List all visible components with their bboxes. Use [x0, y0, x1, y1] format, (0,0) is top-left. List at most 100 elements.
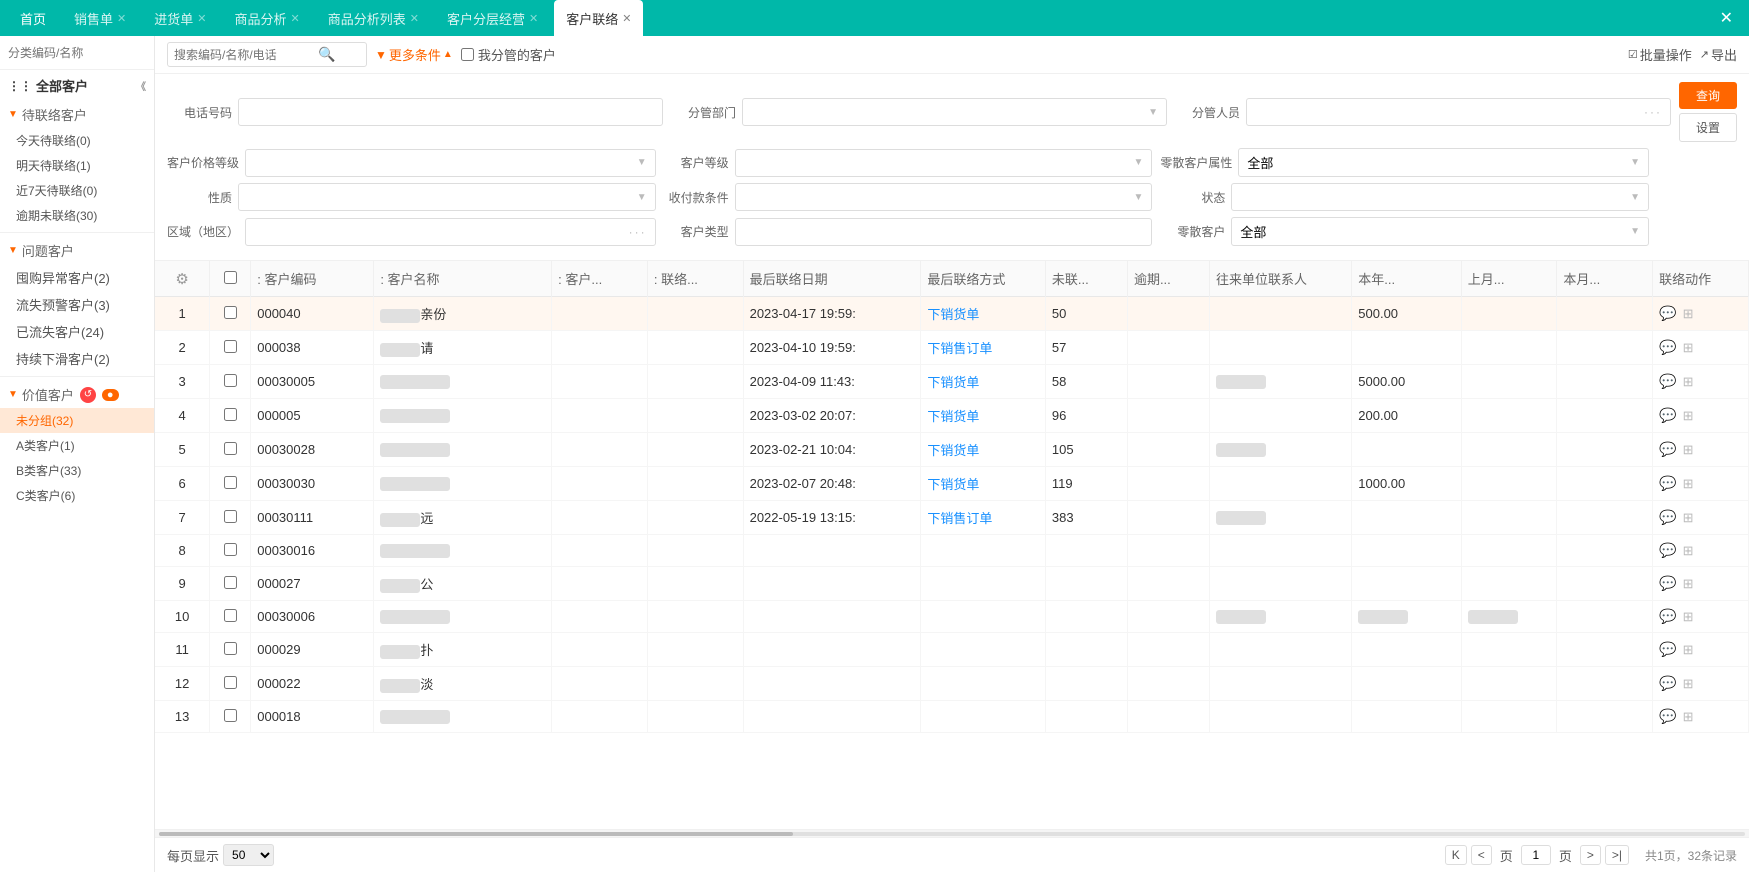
close-icon[interactable]: ✕: [410, 12, 419, 25]
grid-icon[interactable]: ⊞: [1683, 576, 1694, 592]
row-checkbox[interactable]: [224, 576, 237, 589]
last-page-btn[interactable]: >|: [1605, 845, 1629, 865]
th-settings[interactable]: ⚙: [155, 261, 210, 297]
message-icon[interactable]: 💬: [1659, 407, 1676, 424]
message-icon[interactable]: 💬: [1659, 373, 1676, 390]
problem-section[interactable]: ▼ 问题客户: [0, 237, 154, 264]
sidebar-item-ungrouped[interactable]: 未分组(32): [0, 408, 154, 433]
search-icon[interactable]: 🔍: [318, 46, 335, 63]
message-icon[interactable]: 💬: [1659, 305, 1676, 322]
cust-type-input[interactable]: [735, 218, 1153, 246]
row-checkbox[interactable]: [224, 642, 237, 655]
row-check[interactable]: [210, 433, 251, 467]
price-level-select[interactable]: ▼: [245, 149, 656, 177]
last-contact-method-link[interactable]: 下销货单: [927, 375, 979, 390]
message-icon[interactable]: 💬: [1659, 542, 1676, 559]
nav-tab-sales[interactable]: 销售单 ✕: [62, 0, 138, 36]
last-contact-method-link[interactable]: 下销货单: [927, 409, 979, 424]
query-button[interactable]: 查询: [1679, 82, 1737, 109]
row-check[interactable]: [210, 535, 251, 567]
first-page-btn[interactable]: K: [1445, 845, 1467, 865]
row-checkbox[interactable]: [224, 306, 237, 319]
row-check[interactable]: [210, 633, 251, 667]
waiting-section[interactable]: ▼ 待联络客户: [0, 101, 154, 128]
sidebar-item-a-class[interactable]: A类客户(1): [0, 433, 154, 458]
more-filters-btn[interactable]: ▼ 更多条件 ▲: [375, 45, 453, 64]
row-check[interactable]: [210, 567, 251, 601]
sidebar-item-today[interactable]: 今天待联络(0): [0, 128, 154, 153]
sidebar-item-7days[interactable]: 近7天待联络(0): [0, 178, 154, 203]
grid-icon[interactable]: ⊞: [1683, 543, 1694, 559]
row-check[interactable]: [210, 601, 251, 633]
page-size-select[interactable]: 50 100 200: [223, 844, 274, 866]
scrollbar-thumb[interactable]: [159, 832, 793, 836]
grid-icon[interactable]: ⊞: [1683, 510, 1694, 526]
grid-icon[interactable]: ⊞: [1683, 374, 1694, 390]
close-all-tabs[interactable]: ✕: [1712, 8, 1741, 28]
close-icon[interactable]: ✕: [291, 12, 300, 25]
nav-tab-analysis[interactable]: 商品分析 ✕: [222, 0, 311, 36]
horizontal-scrollbar[interactable]: [155, 829, 1749, 837]
sidebar-item-tomorrow[interactable]: 明天待联络(1): [0, 153, 154, 178]
select-all-check[interactable]: [224, 271, 237, 284]
row-checkbox[interactable]: [224, 476, 237, 489]
search-input[interactable]: [174, 48, 314, 62]
message-icon[interactable]: 💬: [1659, 641, 1676, 658]
grid-icon[interactable]: ⊞: [1683, 306, 1694, 322]
grid-icon[interactable]: ⊞: [1683, 642, 1694, 658]
close-icon[interactable]: ✕: [197, 12, 206, 25]
last-contact-method-link[interactable]: 下销货单: [927, 443, 979, 458]
message-icon[interactable]: 💬: [1659, 475, 1676, 492]
refresh-icon[interactable]: ↺: [80, 387, 96, 403]
message-icon[interactable]: 💬: [1659, 608, 1676, 625]
export-btn[interactable]: ↗ 导出: [1700, 45, 1737, 64]
sidebar-item-churn-warning[interactable]: 流失预警客户(3): [0, 291, 154, 318]
settings-icon[interactable]: ⚙: [175, 271, 188, 288]
all-customers-header[interactable]: ⋮⋮ 全部客户 《: [0, 70, 154, 101]
message-icon[interactable]: 💬: [1659, 509, 1676, 526]
close-icon[interactable]: ✕: [117, 12, 126, 25]
last-contact-method-link[interactable]: 下销货单: [927, 477, 979, 492]
grid-icon[interactable]: ⊞: [1683, 442, 1694, 458]
close-icon[interactable]: ✕: [529, 12, 538, 25]
sidebar-item-overdue[interactable]: 逾期未联络(30): [0, 203, 154, 228]
row-check[interactable]: [210, 399, 251, 433]
person-select[interactable]: ···: [1246, 98, 1671, 126]
sidebar-item-b-class[interactable]: B类客户(33): [0, 458, 154, 483]
grid-icon[interactable]: ⊞: [1683, 709, 1694, 725]
category-search-input[interactable]: [8, 46, 155, 60]
status-select[interactable]: ▼: [1231, 183, 1649, 211]
dept-select[interactable]: ▼: [742, 98, 1167, 126]
reset-button[interactable]: 设置: [1679, 113, 1737, 142]
sidebar-item-abnormal[interactable]: 囤购异常客户(2): [0, 264, 154, 291]
nav-home[interactable]: 首页: [8, 9, 58, 28]
message-icon[interactable]: 💬: [1659, 708, 1676, 725]
nav-tab-analysis-list[interactable]: 商品分析列表 ✕: [316, 0, 431, 36]
grid-icon[interactable]: ⊞: [1683, 609, 1694, 625]
search-box[interactable]: 🔍: [167, 42, 367, 67]
row-checkbox[interactable]: [224, 609, 237, 622]
nature-select[interactable]: ▼: [238, 183, 656, 211]
page-input[interactable]: [1521, 845, 1551, 865]
sidebar-search[interactable]: 🔍: [0, 36, 154, 70]
row-check[interactable]: [210, 501, 251, 535]
nav-tab-customer-seg[interactable]: 客户分层经营 ✕: [435, 0, 550, 36]
row-checkbox[interactable]: [224, 510, 237, 523]
row-check[interactable]: [210, 667, 251, 701]
collapse-icon[interactable]: 《: [136, 78, 146, 93]
row-check[interactable]: [210, 701, 251, 733]
row-checkbox[interactable]: [224, 374, 237, 387]
cust-level-select[interactable]: ▼: [735, 149, 1153, 177]
phone-input[interactable]: [238, 98, 663, 126]
message-icon[interactable]: 💬: [1659, 575, 1676, 592]
my-customers-check[interactable]: [461, 48, 474, 61]
sidebar-item-churned[interactable]: 已流失客户(24): [0, 318, 154, 345]
grid-icon[interactable]: ⊞: [1683, 676, 1694, 692]
row-checkbox[interactable]: [224, 442, 237, 455]
batch-op-btn[interactable]: ☑ 批量操作: [1628, 45, 1692, 64]
scattered-cust-select[interactable]: 全部▼: [1231, 217, 1649, 246]
next-page-btn[interactable]: >: [1580, 845, 1601, 865]
scattered-attr-select[interactable]: 全部▼: [1238, 148, 1649, 177]
row-check[interactable]: [210, 331, 251, 365]
sidebar-item-c-class[interactable]: C类客户(6): [0, 483, 154, 508]
